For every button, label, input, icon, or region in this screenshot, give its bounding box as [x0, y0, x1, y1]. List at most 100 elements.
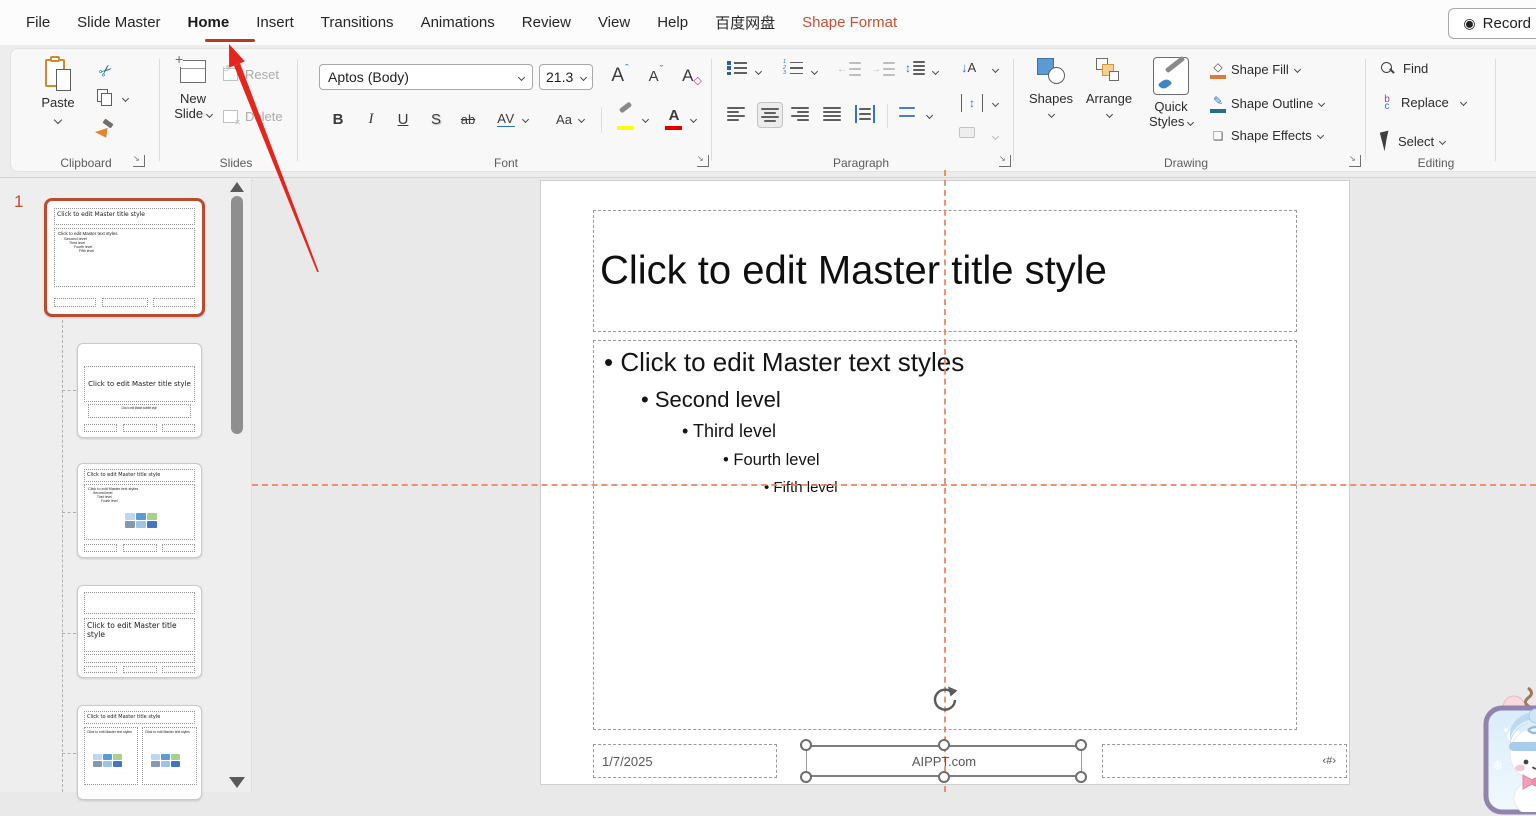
date-placeholder[interactable]: 1/7/2025	[593, 744, 777, 778]
layout-thumbnail-title[interactable]: Click to edit Master title style Click t…	[77, 343, 202, 438]
paragraph-dialog-launcher[interactable]	[999, 155, 1011, 167]
distribute-columns-button[interactable]	[855, 105, 875, 123]
layout-connector-stub	[62, 512, 76, 513]
font-dialog-launcher[interactable]	[697, 155, 709, 167]
change-case-chevron[interactable]	[577, 115, 586, 124]
select-label: Select	[1398, 133, 1435, 149]
thumb-title: Click to edit Master title style	[87, 714, 161, 720]
italic-button[interactable]: I	[358, 106, 384, 132]
sort-text-direction-button[interactable]: ↓ A	[961, 60, 976, 75]
shrink-font-button[interactable]: Aˇ	[641, 62, 671, 90]
new-slide-button[interactable]: New Slide	[167, 51, 219, 121]
numbering-chevron[interactable]	[810, 67, 819, 76]
character-spacing-button[interactable]: AV	[493, 106, 519, 132]
select-cursor-icon	[1379, 130, 1394, 152]
numbering-button[interactable]: 123	[783, 59, 803, 76]
shapes-button[interactable]: Shapes	[1027, 58, 1075, 119]
convert-smartart-button[interactable]	[959, 127, 975, 138]
shape-effects-button[interactable]: ❏ Shape Effects	[1209, 128, 1324, 143]
align-text-button[interactable]: ↕	[961, 94, 983, 112]
delete-label: Delete	[245, 109, 283, 124]
columns-chevron[interactable]	[925, 111, 934, 120]
align-right-button[interactable]	[791, 107, 809, 121]
strikethrough-button[interactable]: ab	[455, 106, 481, 132]
resize-handle-top-center[interactable]	[938, 739, 950, 751]
tab-insert[interactable]: Insert	[256, 14, 294, 31]
align-center-button[interactable]	[757, 102, 783, 128]
tab-baidu-netdisk[interactable]: 百度网盘	[715, 12, 775, 33]
font-color-chevron[interactable]	[689, 115, 698, 124]
highlight-color-button[interactable]	[613, 101, 639, 132]
text-direction-chevron[interactable]	[991, 65, 1000, 74]
arrange-button[interactable]: Arrange	[1083, 58, 1135, 119]
font-size-combo[interactable]: 21.3	[539, 64, 593, 90]
rotate-handle-icon[interactable]	[931, 686, 959, 714]
clear-formatting-button[interactable]: A ◇	[677, 62, 707, 90]
font-name-combo[interactable]: Aptos (Body)	[319, 64, 533, 90]
tab-help[interactable]: Help	[657, 14, 688, 31]
decrease-indent-button[interactable]: ←	[837, 62, 861, 76]
text-shadow-button[interactable]: S	[423, 106, 449, 132]
clipboard-dialog-launcher[interactable]	[133, 155, 145, 167]
layout-thumbnail-section-header[interactable]: Click to edit Master title style	[77, 585, 202, 678]
resize-handle-bottom-center[interactable]	[938, 771, 950, 783]
increase-indent-button[interactable]: →	[871, 62, 895, 76]
line-spacing-chevron[interactable]	[931, 67, 940, 76]
align-left-button[interactable]	[727, 107, 745, 121]
tab-transitions[interactable]: Transitions	[321, 14, 394, 31]
slides-group-label: Slides	[219, 156, 253, 170]
tab-review[interactable]: Review	[522, 14, 571, 31]
scrollbar-thumb[interactable]	[231, 196, 243, 434]
line-spacing-button[interactable]: ↕	[905, 61, 925, 75]
tab-home[interactable]: Home	[188, 14, 230, 31]
font-color-button[interactable]: A	[661, 104, 687, 132]
bullets-chevron[interactable]	[754, 67, 763, 76]
shape-effects-icon: ❏	[1212, 128, 1224, 143]
resize-handle-top-right[interactable]	[1075, 739, 1087, 751]
layout-thumbnail-content[interactable]: Click to edit Master title style Click t…	[77, 463, 202, 558]
justify-button[interactable]	[823, 107, 841, 121]
smartart-chevron[interactable]	[991, 132, 1000, 141]
quick-styles-button[interactable]: Quick Styles	[1143, 55, 1199, 129]
columns-button[interactable]	[899, 107, 915, 117]
drawing-dialog-launcher[interactable]	[1349, 155, 1361, 167]
grow-font-button[interactable]: Aˆ	[605, 62, 635, 90]
increase-indent-icon	[883, 62, 895, 76]
bullets-button[interactable]	[727, 61, 747, 75]
tab-animations[interactable]: Animations	[421, 14, 495, 31]
resize-handle-bottom-left[interactable]	[800, 771, 812, 783]
record-button[interactable]: ◉ Record	[1448, 8, 1536, 39]
shape-fill-button[interactable]: ◇ Shape Fill	[1209, 60, 1301, 79]
resize-handle-top-left[interactable]	[800, 739, 812, 751]
align-text-chevron[interactable]	[991, 99, 1000, 108]
tab-slide-master[interactable]: Slide Master	[77, 14, 160, 31]
shape-outline-button[interactable]: ✎ Shape Outline	[1209, 94, 1326, 113]
resize-handle-bottom-right[interactable]	[1075, 771, 1087, 783]
bold-button[interactable]: B	[325, 106, 351, 132]
change-case-button[interactable]: Aa	[551, 106, 577, 132]
thumb-footer-placeholder	[102, 298, 148, 307]
copy-dropdown-chevron[interactable]	[121, 94, 130, 103]
layout-thumbnail-two-content[interactable]: Click to edit Master title style Click t…	[77, 705, 202, 800]
scrollbar-up-arrow[interactable]	[230, 182, 244, 192]
master-slide-thumbnail[interactable]: Click to edit Master title style Click t…	[44, 198, 205, 317]
format-painter-button[interactable]	[94, 118, 114, 138]
delete-slide-button[interactable]: Delete	[223, 109, 283, 127]
thumb-body-line: Click to edit Master text styles	[87, 730, 132, 734]
tab-file[interactable]: File	[26, 14, 50, 31]
tab-shape-format[interactable]: Shape Format	[802, 14, 897, 31]
paste-button[interactable]: Paste	[33, 56, 83, 125]
cut-button[interactable]: ✂	[91, 56, 121, 85]
copy-button[interactable]	[97, 89, 113, 106]
find-button[interactable]: Find	[1381, 61, 1428, 76]
slide-number-placeholder[interactable]: ‹#›	[1102, 744, 1347, 778]
replace-button[interactable]: bc Replace	[1379, 94, 1467, 111]
select-button[interactable]: Select	[1379, 129, 1447, 153]
scrollbar-down-arrow[interactable]	[229, 777, 245, 788]
highlight-color-chevron[interactable]	[641, 115, 650, 124]
character-spacing-chevron[interactable]	[521, 115, 530, 124]
tab-view[interactable]: View	[598, 14, 630, 31]
reset-button[interactable]: Reset	[222, 64, 279, 82]
underline-button[interactable]: U	[390, 106, 416, 132]
format-painter-icon	[94, 118, 114, 138]
